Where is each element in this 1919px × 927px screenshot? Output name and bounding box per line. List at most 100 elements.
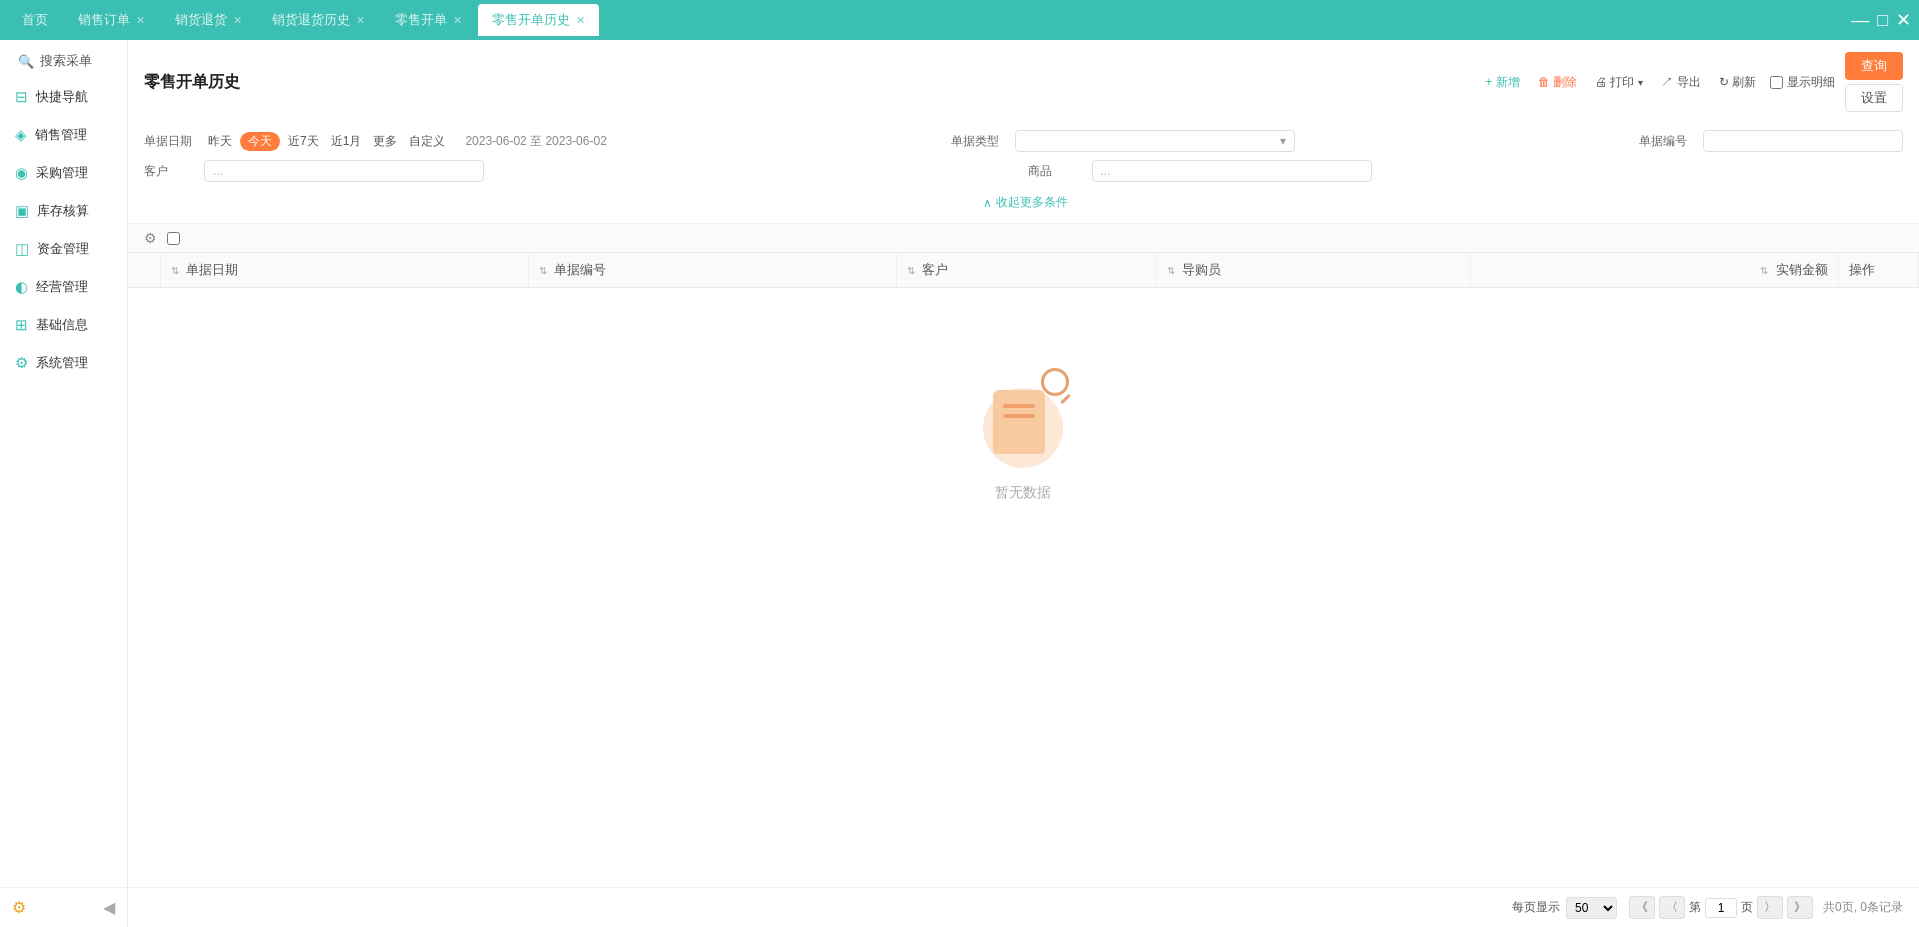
filter-row-customer: 客户 ... 商品 ...	[144, 160, 1903, 182]
sidebar-item-operations[interactable]: ◐ 经营管理	[0, 268, 127, 306]
sort-customer-icon: ⇅	[907, 265, 915, 276]
settings-button[interactable]: 设置	[1845, 84, 1903, 112]
tab-sales-return[interactable]: 销货退货 ✕	[161, 4, 256, 36]
table-settings-icon[interactable]: ⚙	[144, 230, 157, 246]
sort-docnum-icon: ⇅	[539, 265, 547, 276]
content-area: 零售开单历史 + 新增 🗑 删除 🖨 打印 ▾ ↗ 导出 ↻ 刷新	[128, 40, 1919, 927]
th-date[interactable]: ⇅ 单据日期	[160, 253, 528, 288]
page-number-input[interactable]	[1705, 898, 1737, 918]
tab-sales-return-history-close[interactable]: ✕	[356, 14, 365, 27]
sidebar-item-basic-info[interactable]: ⊞ 基础信息	[0, 306, 127, 344]
finance-icon: ◫	[15, 240, 29, 258]
th-customer[interactable]: ⇅ 客户	[896, 253, 1156, 288]
sales-icon: ◈	[15, 126, 27, 144]
display-detail-checkbox[interactable]	[1770, 76, 1783, 89]
date-shortcuts: 昨天 今天 近7天 近1月 更多 自定义	[204, 132, 449, 151]
filter-area: 单据日期 昨天 今天 近7天 近1月 更多 自定义 2023-06-02 至 2…	[128, 120, 1919, 224]
empty-illustration	[973, 368, 1073, 468]
date-btn-7days[interactable]: 近7天	[284, 132, 323, 151]
tab-sales-return-history[interactable]: 销货退货历史 ✕	[258, 4, 379, 36]
tab-sales-return-close[interactable]: ✕	[233, 14, 242, 27]
window-close-btn[interactable]: ✕	[1896, 9, 1911, 31]
query-button[interactable]: 查询	[1845, 52, 1903, 80]
table-wrapper: ⇅ 单据日期 ⇅ 单据编号 ⇅ 客户 ⇅ 导购员	[128, 253, 1919, 887]
export-button[interactable]: ↗ 导出	[1657, 72, 1704, 93]
print-dropdown-icon[interactable]: ▾	[1638, 77, 1643, 88]
customer-select[interactable]: ...	[204, 160, 484, 182]
filter-row-date: 单据日期 昨天 今天 近7天 近1月 更多 自定义 2023-06-02 至 2…	[144, 130, 1903, 152]
purchase-icon: ◉	[15, 164, 28, 182]
th-doc-num[interactable]: ⇅ 单据编号	[528, 253, 896, 288]
doc-num-input[interactable]	[1703, 130, 1903, 152]
display-detail-toggle[interactable]: 显示明细	[1770, 74, 1835, 91]
tab-retail-order-history-close[interactable]: ✕	[576, 14, 585, 27]
inventory-icon: ▣	[15, 202, 29, 220]
th-amount[interactable]: ⇅ 实销金额	[1470, 253, 1838, 288]
per-page-label: 每页显示	[1512, 899, 1560, 916]
table-empty-row: 暂无数据	[128, 288, 1919, 543]
tab-sales-order-close[interactable]: ✕	[136, 14, 145, 27]
page-header: 零售开单历史 + 新增 🗑 删除 🖨 打印 ▾ ↗ 导出 ↻ 刷新	[128, 40, 1919, 120]
date-range-display: 2023-06-02 至 2023-06-02	[465, 133, 606, 150]
sort-amount-icon: ⇅	[1760, 265, 1768, 276]
sidebar-item-sales[interactable]: ◈ 销售管理	[0, 116, 127, 154]
main-layout: 🔍 搜索采单 ⊟ 快捷导航 ◈ 销售管理 ◉ 采购管理 ▣ 库存核算 ◫ 资金管…	[0, 40, 1919, 927]
tab-sales-order[interactable]: 销售订单 ✕	[64, 4, 159, 36]
table-toolbar: ⚙	[128, 224, 1919, 253]
table-header-row: ⇅ 单据日期 ⇅ 单据编号 ⇅ 客户 ⇅ 导购员	[128, 253, 1919, 288]
sidebar-settings-icon[interactable]: ⚙	[12, 898, 26, 917]
page-suffix: 页	[1741, 899, 1753, 916]
sidebar-item-finance[interactable]: ◫ 资金管理	[0, 230, 127, 268]
sidebar-bottom: ⚙ ◀	[0, 887, 127, 927]
date-filter-label: 单据日期	[144, 133, 192, 150]
tab-retail-order[interactable]: 零售开单 ✕	[381, 4, 476, 36]
delete-button[interactable]: 🗑 删除	[1534, 72, 1581, 93]
doc-num-label: 单据编号	[1639, 133, 1691, 150]
window-maximize-btn[interactable]: □	[1877, 10, 1888, 31]
goods-select[interactable]: ...	[1092, 160, 1372, 182]
operations-icon: ◐	[15, 278, 28, 296]
system-icon: ⚙	[15, 354, 28, 372]
tab-retail-order-close[interactable]: ✕	[453, 14, 462, 27]
sidebar-search[interactable]: 🔍 搜索采单	[0, 40, 127, 78]
goods-label: 商品	[1028, 163, 1080, 180]
sidebar-item-system[interactable]: ⚙ 系统管理	[0, 344, 127, 382]
type-select[interactable]: ▾	[1015, 130, 1295, 152]
page-nav: 《 〈 第 页 〉 》	[1629, 896, 1813, 919]
collapse-more-btn[interactable]: ∧ 收起更多条件	[144, 190, 1903, 215]
search-icon: 🔍	[18, 54, 34, 69]
select-all-checkbox[interactable]	[167, 232, 180, 245]
date-btn-1month[interactable]: 近1月	[327, 132, 366, 151]
window-minimize-btn[interactable]: —	[1851, 10, 1869, 31]
customer-label: 客户	[144, 163, 192, 180]
refresh-button[interactable]: ↻ 刷新	[1715, 72, 1760, 93]
window-controls: — □ ✕	[1851, 9, 1911, 31]
date-btn-today[interactable]: 今天	[240, 132, 280, 151]
tab-home[interactable]: 首页	[8, 4, 62, 36]
last-page-btn[interactable]: 》	[1787, 896, 1813, 919]
sidebar-item-purchase[interactable]: ◉ 采购管理	[0, 154, 127, 192]
type-filter-label: 单据类型	[951, 133, 1003, 150]
prev-page-btn[interactable]: 〈	[1659, 896, 1685, 919]
query-settings-group: 查询 设置	[1845, 52, 1903, 112]
top-bar: 首页 销售订单 ✕ 销货退货 ✕ 销货退货历史 ✕ 零售开单 ✕ 零售开单历史 …	[0, 0, 1919, 40]
add-button[interactable]: + 新增	[1481, 72, 1523, 93]
sidebar-item-inventory[interactable]: ▣ 库存核算	[0, 192, 127, 230]
sidebar-item-quick-nav[interactable]: ⊟ 快捷导航	[0, 78, 127, 116]
date-btn-more[interactable]: 更多	[369, 132, 401, 151]
next-page-btn[interactable]: 〉	[1757, 896, 1783, 919]
date-btn-yesterday[interactable]: 昨天	[204, 132, 236, 151]
date-btn-custom[interactable]: 自定义	[405, 132, 449, 151]
th-actions: 操作	[1839, 253, 1919, 288]
sidebar: 🔍 搜索采单 ⊟ 快捷导航 ◈ 销售管理 ◉ 采购管理 ▣ 库存核算 ◫ 资金管…	[0, 40, 128, 927]
th-guide[interactable]: ⇅ 导购员	[1156, 253, 1470, 288]
pagination: 每页显示 50 10 20 100 《 〈 第 页 〉 》 共0页, 0条记录	[128, 887, 1919, 927]
first-page-btn[interactable]: 《	[1629, 896, 1655, 919]
sort-guide-icon: ⇅	[1167, 265, 1175, 276]
tab-retail-order-history[interactable]: 零售开单历史 ✕	[478, 4, 599, 36]
collapse-chevron-icon: ∧	[983, 196, 992, 210]
print-button[interactable]: 🖨 打印 ▾	[1591, 72, 1647, 93]
per-page-select[interactable]: 50 10 20 100	[1566, 897, 1617, 919]
sidebar-collapse-icon[interactable]: ◀	[103, 898, 115, 917]
table-body: 暂无数据	[128, 288, 1919, 543]
